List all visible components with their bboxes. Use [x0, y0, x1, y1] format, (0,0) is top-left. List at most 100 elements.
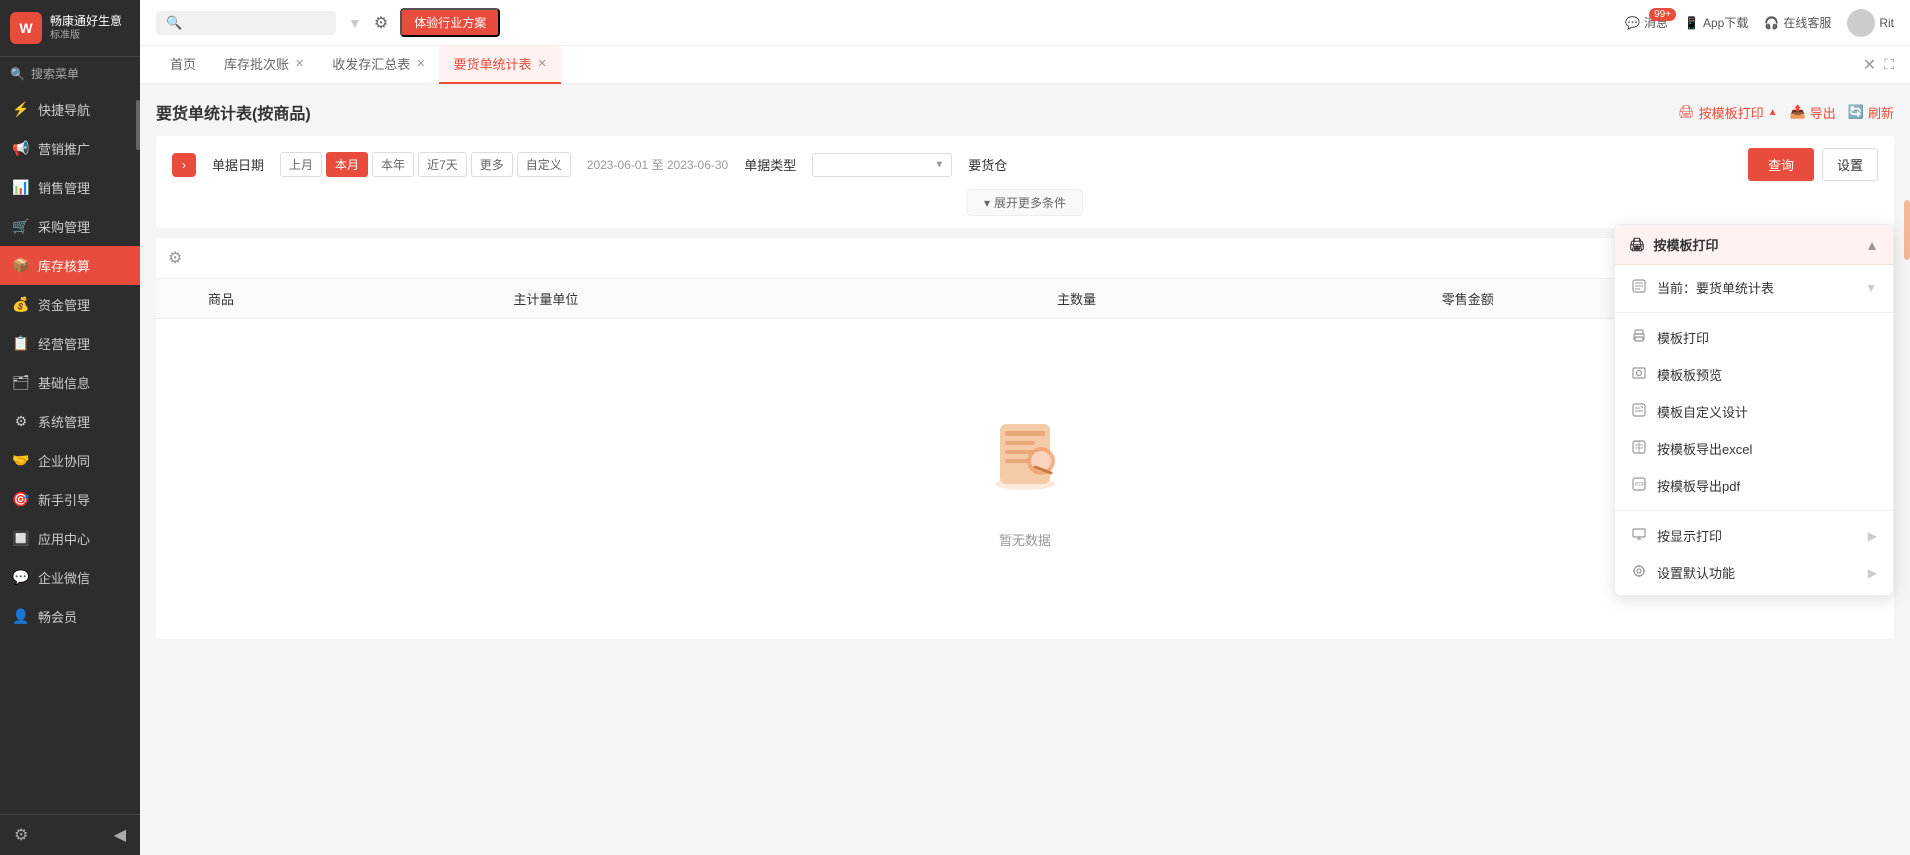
sidebar-item-label: 系统管理 [38, 412, 90, 431]
export-icon: 📤 [1790, 104, 1806, 120]
operations-icon: 📋 [12, 335, 30, 352]
expand-tabs-button[interactable]: ⛶ [1884, 56, 1894, 73]
dropdown-section-current: 当前：要货单统计表 ▼ [1615, 265, 1893, 310]
promo-button[interactable]: 体验行业方案 [400, 8, 500, 37]
template-preview-label: 模板板预览 [1657, 365, 1877, 384]
refresh-button[interactable]: 🔄 刷新 [1848, 103, 1894, 122]
sidebar-item-purchase[interactable]: 🛒 采购管理 [0, 207, 140, 246]
dropdown-display-print[interactable]: 按显示打印 ▶ [1615, 517, 1893, 554]
export-label: 导出 [1810, 103, 1836, 122]
search-dropdown-icon[interactable]: ▼ [348, 15, 362, 31]
dropdown-current-template[interactable]: 当前：要货单统计表 ▼ [1615, 269, 1893, 306]
date-more[interactable]: 更多 [471, 152, 513, 177]
main-area: 🔍 ▼ ⚙ 体验行业方案 💬 消息 99+ 📱 App下载 🎧 在线客服 Rit [140, 0, 1910, 855]
template-print-label: 模板打印 [1657, 328, 1877, 347]
inventory-icon: 📦 [12, 257, 30, 274]
tab-collection-summary[interactable]: 收发存汇总表 ✕ [318, 46, 439, 84]
date-7days[interactable]: 近7天 [418, 152, 467, 177]
app-logo: W 畅康通好生意 标准版 [0, 0, 140, 57]
page-title: 要货单统计表(按商品) [156, 100, 311, 124]
sidebar-item-system[interactable]: ⚙ 系统管理 [0, 402, 140, 441]
type-select[interactable] [812, 153, 952, 177]
topbar-search-input[interactable] [188, 16, 308, 30]
marketing-icon: 📢 [12, 140, 30, 157]
print-dropdown-close[interactable]: ▲ [1865, 237, 1879, 253]
sidebar-item-quick-nav[interactable]: ⚡ 快捷导航 [0, 90, 140, 129]
dropdown-template-print[interactable]: 模板打印 [1615, 319, 1893, 356]
sidebar-search-label: 搜索菜单 [31, 65, 79, 82]
print-dropdown: 🖨 按模板打印 ▲ 当前：要货单统计表 [1614, 224, 1894, 596]
col-unit: 主计量单位 [501, 279, 1045, 319]
print-label: 按模板打印 [1699, 103, 1764, 122]
tab-order-stats[interactable]: 要货单统计表 ✕ [439, 46, 560, 84]
template-pdf-label: 按模板导出pdf [1657, 476, 1877, 495]
svg-text:PDF: PDF [1635, 482, 1645, 488]
template-excel-label: 按模板导出excel [1657, 439, 1877, 458]
print-icon: 🖨 [1678, 104, 1695, 120]
sidebar-item-sales[interactable]: 📊 销售管理 [0, 168, 140, 207]
logo-icon: W [10, 12, 42, 44]
topbar-search-box[interactable]: 🔍 [156, 11, 336, 35]
sidebar-item-wechat[interactable]: 💬 企业微信 [0, 558, 140, 597]
dropdown-template-design[interactable]: 模板自定义设计 [1615, 393, 1893, 430]
expand-more-button[interactable]: ▾ 展开更多条件 [967, 189, 1083, 216]
sidebar-item-guide[interactable]: 🎯 新手引导 [0, 480, 140, 519]
finance-icon: 💰 [12, 296, 30, 313]
sidebar-item-member[interactable]: 👤 畅会员 [0, 597, 140, 636]
settings-footer-icon[interactable]: ⚙ [14, 825, 28, 845]
date-custom[interactable]: 自定义 [517, 152, 571, 177]
tab-home-label: 首页 [170, 54, 196, 73]
messages-button[interactable]: 💬 消息 99+ [1625, 14, 1668, 31]
tab-collection-summary-close[interactable]: ✕ [416, 57, 425, 70]
customer-service-label: 在线客服 [1783, 14, 1831, 31]
dropdown-template-pdf[interactable]: PDF 按模板导出pdf [1615, 467, 1893, 504]
sidebar-item-marketing[interactable]: 📢 营销推广 [0, 129, 140, 168]
collapse-icon[interactable]: ◀ [114, 825, 126, 845]
close-tab-button[interactable]: ✕ [1863, 55, 1876, 75]
col-settings [156, 279, 196, 319]
dropdown-template-preview[interactable]: 模板板预览 [1615, 356, 1893, 393]
table-settings-icon[interactable]: ⚙ [168, 248, 182, 268]
date-current-month[interactable]: 本月 [326, 152, 368, 177]
filter-settings-button[interactable]: 设置 [1822, 148, 1878, 181]
type-select-wrapper[interactable] [812, 153, 952, 177]
date-range-display: 2023-06-01 至 2023-06-30 [587, 156, 728, 173]
print-template-button[interactable]: 🖨 按模板打印 ▲ [1678, 103, 1777, 122]
query-button[interactable]: 查询 [1748, 148, 1814, 181]
guide-icon: 🎯 [12, 491, 30, 508]
tab-batch-account-close[interactable]: ✕ [295, 57, 304, 70]
sidebar-item-collab[interactable]: 🤝 企业协同 [0, 441, 140, 480]
sidebar-item-app-center[interactable]: 🔲 应用中心 [0, 519, 140, 558]
export-button[interactable]: 📤 导出 [1790, 103, 1836, 122]
filter-expand-button[interactable]: › [172, 153, 196, 177]
app-download-button[interactable]: 📱 App下载 [1684, 14, 1748, 31]
sidebar-item-finance[interactable]: 💰 资金管理 [0, 285, 140, 324]
date-prev-month[interactable]: 上月 [280, 152, 322, 177]
sidebar-search[interactable]: 🔍 搜索菜单 [0, 57, 140, 90]
dropdown-template-excel[interactable]: 按模板导出excel [1615, 430, 1893, 467]
right-scrollbar[interactable] [1904, 200, 1910, 260]
sidebar-item-operations[interactable]: 📋 经营管理 [0, 324, 140, 363]
date-current-year[interactable]: 本年 [372, 152, 414, 177]
dropdown-default-func[interactable]: 设置默认功能 ▶ [1615, 554, 1893, 591]
sidebar-item-inventory[interactable]: 📦 库存核算 [0, 246, 140, 285]
app-download-icon: 📱 [1684, 16, 1699, 30]
sidebar-item-label: 销售管理 [38, 178, 90, 197]
print-dropdown-header: 🖨 按模板打印 ▲ [1615, 225, 1893, 265]
sidebar-nav: ⚡ 快捷导航 📢 营销推广 📊 销售管理 🛒 采购管理 📦 库存核算 💰 资金管… [0, 90, 140, 814]
refresh-icon: 🔄 [1848, 104, 1864, 120]
filter-actions: 查询 设置 [1748, 148, 1878, 181]
sidebar-item-label: 基础信息 [38, 373, 90, 392]
app-download-label: App下载 [1703, 14, 1748, 31]
topbar-gear-icon[interactable]: ⚙ [374, 13, 388, 33]
avatar [1847, 9, 1875, 37]
user-avatar-area[interactable]: Rit [1847, 9, 1894, 37]
customer-service-button[interactable]: 🎧 在线客服 [1764, 14, 1831, 31]
sidebar-item-basic-info[interactable]: 🗂 基础信息 [0, 363, 140, 402]
tab-order-stats-close[interactable]: ✕ [538, 57, 547, 70]
printer-icon [1631, 329, 1647, 346]
tab-home[interactable]: 首页 [156, 46, 210, 84]
tab-batch-account[interactable]: 库存批次账 ✕ [210, 46, 318, 84]
message-icon: 💬 [1625, 16, 1640, 30]
app-subtitle: 标准版 [50, 29, 122, 43]
